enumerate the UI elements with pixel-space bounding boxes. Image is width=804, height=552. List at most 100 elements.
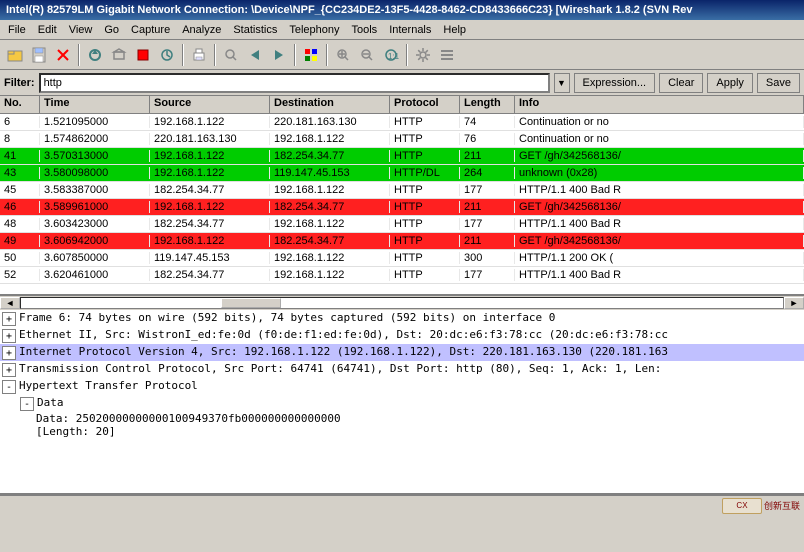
menu-view[interactable]: View — [63, 23, 99, 37]
packet-cell: 211 — [460, 235, 515, 247]
toolbar-stop[interactable] — [132, 44, 154, 66]
hscroll-left[interactable]: ◄ — [0, 297, 20, 309]
packet-cell: 192.168.1.122 — [270, 269, 390, 281]
packet-cell: 192.168.1.122 — [270, 184, 390, 196]
detail-item-frame[interactable]: +Frame 6: 74 bytes on wire (592 bits), 7… — [0, 310, 804, 327]
packet-cell: HTTP — [390, 150, 460, 162]
toolbar-print[interactable] — [188, 44, 210, 66]
detail-expand-icon[interactable]: + — [2, 363, 16, 377]
detail-expand-icon[interactable]: - — [2, 380, 16, 394]
detail-item-label: Hypertext Transfer Protocol — [19, 379, 198, 392]
packet-cell: 3.583387000 — [40, 184, 150, 196]
col-header-no[interactable]: No. — [0, 96, 40, 113]
packet-cell: HTTP/DL — [390, 167, 460, 179]
filter-input[interactable] — [39, 73, 550, 93]
table-row[interactable]: 503.607850000119.147.45.153192.168.1.122… — [0, 250, 804, 267]
col-header-time[interactable]: Time — [40, 96, 150, 113]
packet-cell: HTTP/1.1 400 Bad R — [515, 218, 804, 230]
toolbar-close[interactable] — [52, 44, 74, 66]
toolbar-restart[interactable] — [156, 44, 178, 66]
hscroll-thumb[interactable] — [221, 298, 281, 308]
detail-item-data[interactable]: -Data — [0, 395, 804, 412]
packet-cell: HTTP — [390, 201, 460, 213]
menu-tools[interactable]: Tools — [346, 23, 384, 37]
toolbar-colorize[interactable] — [300, 44, 322, 66]
table-row[interactable]: 523.620461000182.254.34.77192.168.1.122H… — [0, 267, 804, 284]
packet-cell: HTTP — [390, 133, 460, 145]
packet-cell: HTTP — [390, 184, 460, 196]
col-header-dest[interactable]: Destination — [270, 96, 390, 113]
table-row[interactable]: 81.574862000220.181.163.130192.168.1.122… — [0, 131, 804, 148]
menu-telephony[interactable]: Telephony — [283, 23, 345, 37]
toolbar-open[interactable] — [4, 44, 26, 66]
packet-cell: 1.521095000 — [40, 116, 150, 128]
packet-cell: 220.181.163.130 — [150, 133, 270, 145]
toolbar-prev[interactable] — [244, 44, 266, 66]
toolbar-reload[interactable] — [84, 44, 106, 66]
packet-cell: 48 — [0, 218, 40, 230]
packet-cell: 300 — [460, 252, 515, 264]
packet-cell: 177 — [460, 269, 515, 281]
packet-cell: GET /gh/342568136/ — [515, 235, 804, 247]
table-row[interactable]: 493.606942000192.168.1.122182.254.34.77H… — [0, 233, 804, 250]
detail-expand-icon[interactable]: + — [2, 329, 16, 343]
packet-cell: Continuation or no — [515, 116, 804, 128]
packet-cell: HTTP — [390, 252, 460, 264]
detail-expand-icon[interactable]: + — [2, 346, 16, 360]
detail-item-tcp[interactable]: +Transmission Control Protocol, Src Port… — [0, 361, 804, 378]
toolbar-zoom-in[interactable] — [332, 44, 354, 66]
packet-cell: 192.168.1.122 — [270, 218, 390, 230]
table-row[interactable]: 483.603423000182.254.34.77192.168.1.122H… — [0, 216, 804, 233]
menu-go[interactable]: Go — [98, 23, 125, 37]
hscroll-right[interactable]: ► — [784, 297, 804, 309]
filter-save-btn[interactable]: Save — [757, 73, 800, 93]
packet-cell: 49 — [0, 235, 40, 247]
packet-cell: 41 — [0, 150, 40, 162]
detail-item-ip[interactable]: +Internet Protocol Version 4, Src: 192.1… — [0, 344, 804, 361]
packet-cell: 182.254.34.77 — [150, 269, 270, 281]
filter-dropdown[interactable]: ▼ — [554, 73, 570, 93]
logo: CX 创新互联 — [720, 497, 800, 515]
menu-statistics[interactable]: Statistics — [227, 23, 283, 37]
toolbar-zoom-out[interactable] — [356, 44, 378, 66]
detail-item-label: Data — [37, 396, 64, 409]
table-row[interactable]: 413.570313000192.168.1.122182.254.34.77H… — [0, 148, 804, 165]
toolbar-save[interactable] — [28, 44, 50, 66]
packet-list-header: No. Time Source Destination Protocol Len… — [0, 96, 804, 114]
col-header-info[interactable]: Info — [515, 96, 804, 113]
packet-cell: 52 — [0, 269, 40, 281]
table-row[interactable]: 433.580098000192.168.1.122119.147.45.153… — [0, 165, 804, 182]
packet-cell: 6 — [0, 116, 40, 128]
packet-cell: HTTP — [390, 218, 460, 230]
packet-cell: 177 — [460, 184, 515, 196]
table-row[interactable]: 61.521095000192.168.1.122220.181.163.130… — [0, 114, 804, 131]
detail-item-http[interactable]: -Hypertext Transfer Protocol — [0, 378, 804, 395]
menu-capture[interactable]: Capture — [125, 23, 176, 37]
col-header-len[interactable]: Length — [460, 96, 515, 113]
toolbar-capture-options[interactable] — [108, 44, 130, 66]
menu-help[interactable]: Help — [437, 23, 472, 37]
col-header-source[interactable]: Source — [150, 96, 270, 113]
menu-internals[interactable]: Internals — [383, 23, 437, 37]
filter-apply-btn[interactable]: Apply — [707, 73, 753, 93]
col-header-proto[interactable]: Protocol — [390, 96, 460, 113]
table-row[interactable]: 463.589961000192.168.1.122182.254.34.77H… — [0, 199, 804, 216]
filter-expression-btn[interactable]: Expression... — [574, 73, 656, 93]
toolbar-reset-zoom[interactable]: 1:1 — [380, 44, 402, 66]
packet-cell: 74 — [460, 116, 515, 128]
hscroll-bar[interactable]: ◄ ► — [0, 296, 804, 310]
toolbar-next[interactable] — [268, 44, 290, 66]
menu-analyze[interactable]: Analyze — [176, 23, 227, 37]
toolbar-sep4 — [294, 44, 296, 66]
hscroll-track[interactable] — [20, 297, 784, 309]
table-row[interactable]: 453.583387000182.254.34.77192.168.1.122H… — [0, 182, 804, 199]
detail-expand-icon[interactable]: - — [20, 397, 34, 411]
menu-file[interactable]: File — [2, 23, 32, 37]
filter-clear-btn[interactable]: Clear — [659, 73, 703, 93]
menu-edit[interactable]: Edit — [32, 23, 63, 37]
detail-expand-icon[interactable]: + — [2, 312, 16, 326]
toolbar-find[interactable] — [220, 44, 242, 66]
toolbar-settings1[interactable] — [412, 44, 434, 66]
detail-item-ethernet[interactable]: +Ethernet II, Src: WistronI_ed:fe:0d (f0… — [0, 327, 804, 344]
toolbar-settings2[interactable] — [436, 44, 458, 66]
